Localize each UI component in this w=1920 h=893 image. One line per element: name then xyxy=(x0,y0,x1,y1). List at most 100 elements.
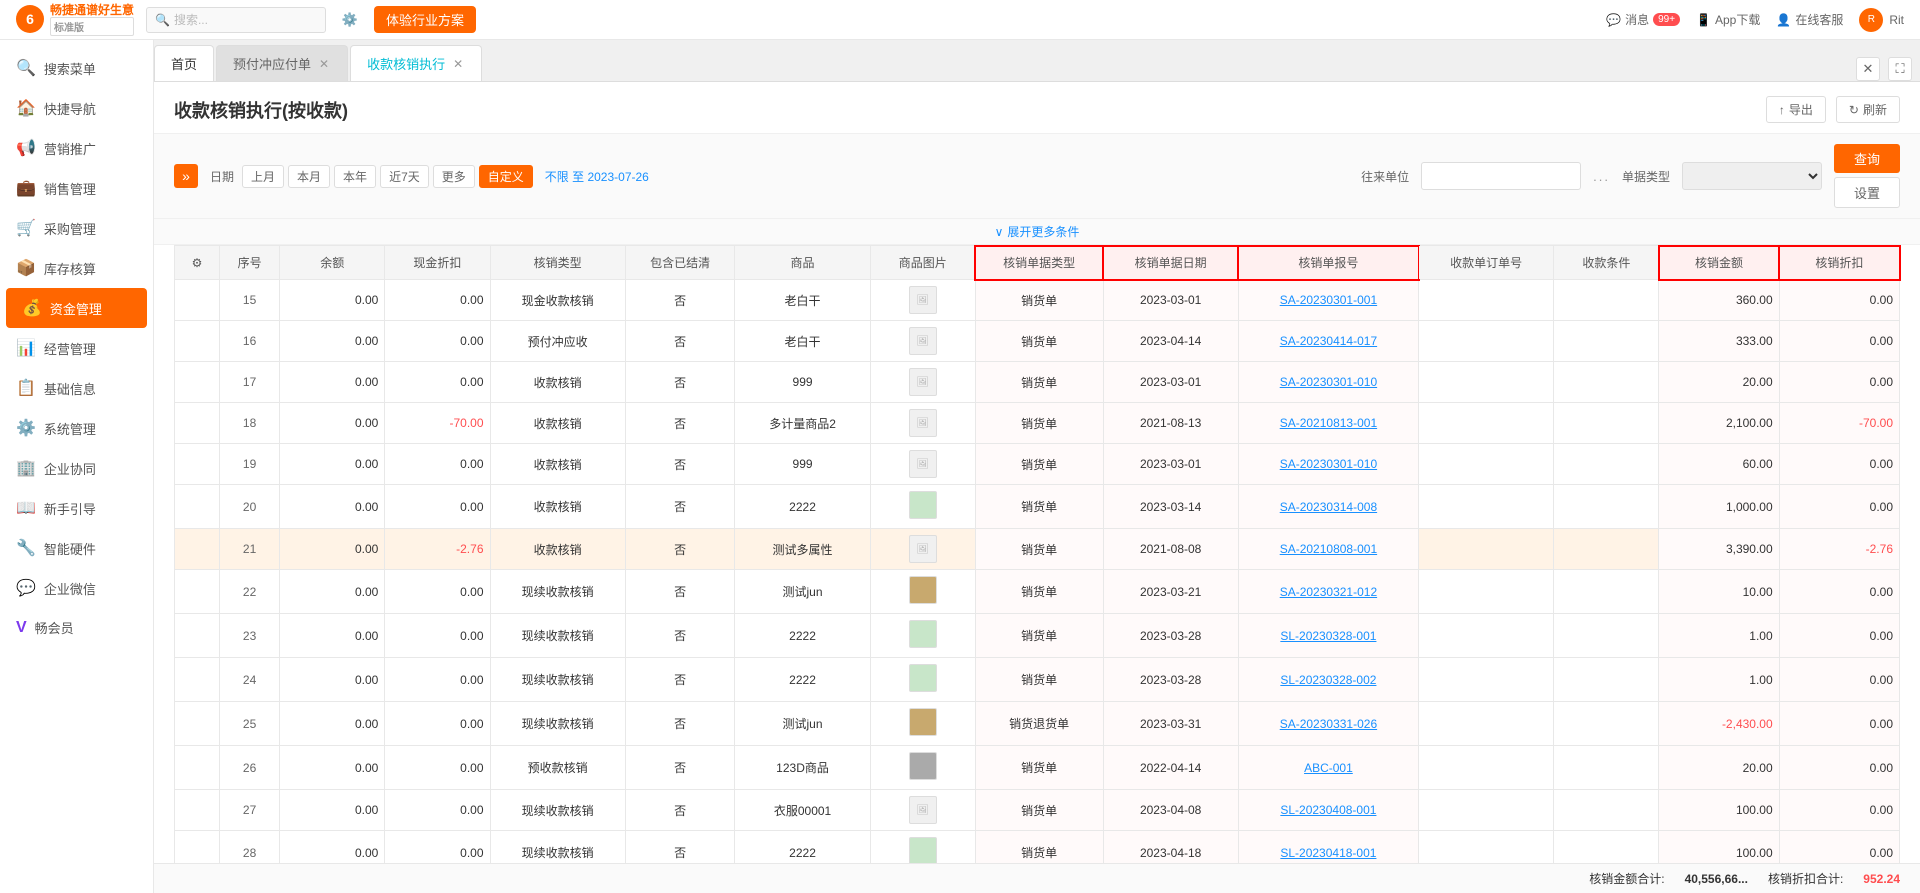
sidebar-item-guide[interactable]: 📖 新手引导 xyxy=(0,488,153,528)
message-btn[interactable]: 💬 消息 99+ xyxy=(1606,11,1680,28)
sidebar-item-system[interactable]: ⚙️ 系统管理 xyxy=(0,408,153,448)
export-btn[interactable]: ↑ 导出 xyxy=(1766,96,1826,123)
top-search-box[interactable]: 🔍 搜索... xyxy=(146,7,326,33)
cell-settings[interactable] xyxy=(175,362,220,403)
cell-settings[interactable] xyxy=(175,529,220,570)
cell-settings[interactable] xyxy=(175,746,220,790)
cell-bill-no[interactable]: SL-20230328-002 xyxy=(1238,658,1418,702)
cell-receipt-order xyxy=(1419,702,1554,746)
cell-settings[interactable] xyxy=(175,444,220,485)
bill-no-link[interactable]: SA-20210813-001 xyxy=(1280,416,1377,430)
sidebar-item-search[interactable]: 🔍 搜索菜单 xyxy=(0,48,153,88)
cell-bill-no[interactable]: ABC-001 xyxy=(1238,746,1418,790)
sidebar-item-basic[interactable]: 📋 基础信息 xyxy=(0,368,153,408)
sidebar-item-enterprise[interactable]: 🏢 企业协同 xyxy=(0,448,153,488)
cell-settings[interactable] xyxy=(175,658,220,702)
cell-product: 老白干 xyxy=(735,280,870,321)
cell-bill-no[interactable]: SA-20210808-001 xyxy=(1238,529,1418,570)
bill-no-link[interactable]: ABC-001 xyxy=(1304,761,1353,775)
from-unit-label: 往来单位 xyxy=(1361,168,1409,185)
tab-collection-close[interactable]: ✕ xyxy=(451,55,465,73)
cell-settings[interactable] xyxy=(175,702,220,746)
date-btn-more[interactable]: 更多 xyxy=(433,165,475,188)
from-unit-input[interactable] xyxy=(1421,162,1581,190)
cell-bill-date: 2023-03-21 xyxy=(1103,570,1238,614)
col-include-settled-header: 包含已结清 xyxy=(625,246,735,280)
sidebar-item-quicknav[interactable]: 🏠 快捷导航 xyxy=(0,88,153,128)
bill-no-link[interactable]: SA-20230321-012 xyxy=(1280,585,1377,599)
bill-no-link[interactable]: SL-20230418-001 xyxy=(1280,846,1376,860)
filter-toggle-btn[interactable]: » xyxy=(174,164,198,188)
bill-type-select[interactable] xyxy=(1682,162,1822,190)
sidebar-item-finance[interactable]: 💰 资金管理 xyxy=(6,288,147,328)
cell-bill-no[interactable]: SA-20230321-012 xyxy=(1238,570,1418,614)
gear-icon[interactable]: ⚙️ xyxy=(338,8,362,32)
bill-no-link[interactable]: SA-20230301-010 xyxy=(1280,457,1377,471)
date-btn-this-year[interactable]: 本年 xyxy=(334,165,376,188)
tab-restore-btn[interactable]: ⛶ xyxy=(1888,57,1912,81)
cell-bill-no[interactable]: SA-20230331-026 xyxy=(1238,702,1418,746)
cell-settings[interactable] xyxy=(175,403,220,444)
cell-settings[interactable] xyxy=(175,280,220,321)
cell-bill-no[interactable]: SL-20230328-001 xyxy=(1238,614,1418,658)
tab-home[interactable]: 首页 xyxy=(154,45,214,81)
date-btn-custom[interactable]: 自定义 xyxy=(479,165,533,188)
product-image: 🖼 xyxy=(909,327,937,355)
cell-settings[interactable] xyxy=(175,831,220,864)
bill-no-link[interactable]: SA-20230301-001 xyxy=(1280,293,1377,307)
cell-settings[interactable] xyxy=(175,321,220,362)
tab-prepay[interactable]: 预付冲应付单 ✕ xyxy=(216,45,348,81)
expand-more-btn[interactable]: ∨ 展开更多条件 xyxy=(995,223,1080,240)
sidebar-item-inventory[interactable]: 📦 库存核算 xyxy=(0,248,153,288)
sidebar-item-purchase[interactable]: 🛒 采购管理 xyxy=(0,208,153,248)
cell-bill-no[interactable]: SA-20230301-010 xyxy=(1238,362,1418,403)
tab-prepay-close[interactable]: ✕ xyxy=(317,55,331,73)
bill-no-link[interactable]: SA-20230414-017 xyxy=(1280,334,1377,348)
sidebar-item-sales[interactable]: 💼 销售管理 xyxy=(0,168,153,208)
cell-bill-no[interactable]: SA-20210813-001 xyxy=(1238,403,1418,444)
user-info[interactable]: R Rit xyxy=(1859,8,1904,32)
tab-collection[interactable]: 收款核销执行 ✕ xyxy=(350,45,482,81)
bill-no-link[interactable]: SA-20210808-001 xyxy=(1280,542,1377,556)
sidebar-item-business[interactable]: 📊 经营管理 xyxy=(0,328,153,368)
date-btn-this-month[interactable]: 本月 xyxy=(288,165,330,188)
cell-balance: 0.00 xyxy=(280,831,385,864)
table-container[interactable]: ⚙ 序号 余额 现金折扣 核销类型 包含已结清 商品 商品图片 核销单据类型 核… xyxy=(154,245,1920,863)
bill-no-link[interactable]: SL-20230408-001 xyxy=(1280,803,1376,817)
date-btn-last-month[interactable]: 上月 xyxy=(242,165,284,188)
col-settings-header[interactable]: ⚙ xyxy=(175,246,220,280)
sidebar-item-hardware[interactable]: 🔧 智能硬件 xyxy=(0,528,153,568)
query-btn[interactable]: 查询 xyxy=(1834,144,1900,173)
sidebar-item-marketing[interactable]: 📢 营销推广 xyxy=(0,128,153,168)
bill-no-link[interactable]: SA-20230301-010 xyxy=(1280,375,1377,389)
date-options: 上月 本月 本年 近7天 更多 自定义 xyxy=(242,165,533,188)
cell-settings[interactable] xyxy=(175,614,220,658)
cell-settings[interactable] xyxy=(175,485,220,529)
cell-include-settled: 否 xyxy=(625,614,735,658)
bill-no-link[interactable]: SL-20230328-002 xyxy=(1280,673,1376,687)
app-download-btn[interactable]: 📱 App下载 xyxy=(1696,11,1760,28)
cell-write-off-discount: 0.00 xyxy=(1779,790,1899,831)
total-discount-label: 核销折扣合计: xyxy=(1768,870,1843,887)
date-btn-7days[interactable]: 近7天 xyxy=(380,165,429,188)
cell-bill-no[interactable]: SA-20230301-010 xyxy=(1238,444,1418,485)
sidebar-item-member[interactable]: V 畅会员 xyxy=(0,608,153,647)
online-service-btn[interactable]: 👤 在线客服 xyxy=(1776,11,1843,28)
cell-bill-no[interactable]: SL-20230408-001 xyxy=(1238,790,1418,831)
bill-no-link[interactable]: SA-20230331-026 xyxy=(1280,717,1377,731)
refresh-btn[interactable]: ↻ 刷新 xyxy=(1836,96,1900,123)
cell-write-off-discount: 0.00 xyxy=(1779,658,1899,702)
tab-close-all-btn[interactable]: ✕ xyxy=(1856,57,1880,81)
cell-bill-no[interactable]: SL-20230418-001 xyxy=(1238,831,1418,864)
bill-no-link[interactable]: SA-20230314-008 xyxy=(1280,500,1377,514)
cell-bill-no[interactable]: SA-20230414-017 xyxy=(1238,321,1418,362)
industry-btn[interactable]: 体验行业方案 xyxy=(374,6,476,33)
cell-write-off-amount: 1.00 xyxy=(1659,658,1779,702)
sidebar-item-wechat[interactable]: 💬 企业微信 xyxy=(0,568,153,608)
cell-bill-no[interactable]: SA-20230314-008 xyxy=(1238,485,1418,529)
cell-settings[interactable] xyxy=(175,570,220,614)
cell-bill-no[interactable]: SA-20230301-001 xyxy=(1238,280,1418,321)
cell-settings[interactable] xyxy=(175,790,220,831)
setting-btn[interactable]: 设置 xyxy=(1834,177,1900,208)
bill-no-link[interactable]: SL-20230328-001 xyxy=(1280,629,1376,643)
